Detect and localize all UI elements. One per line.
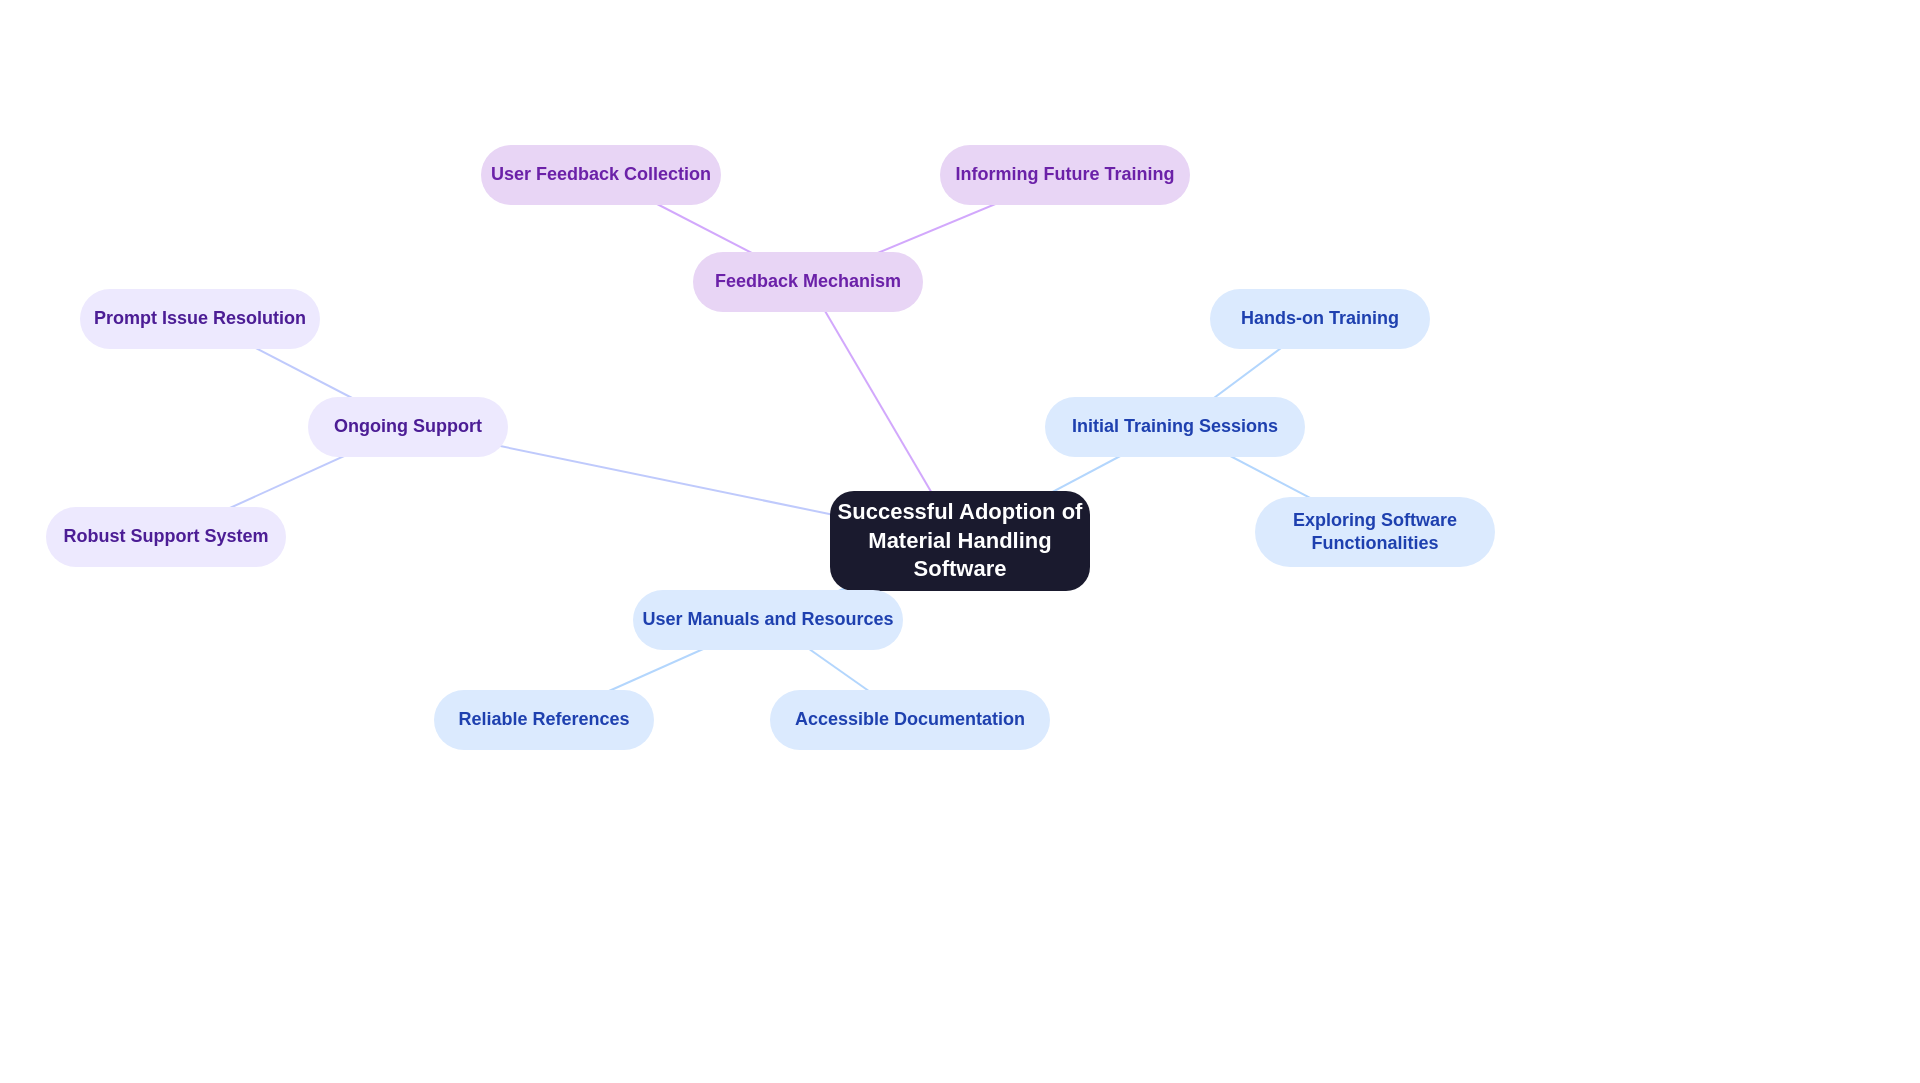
robust-support-node[interactable]: Robust Support System [46, 507, 286, 567]
informing-future-node[interactable]: Informing Future Training [940, 145, 1190, 205]
exploring-software-node[interactable]: Exploring Software Functionalities [1255, 497, 1495, 567]
prompt-issue-node[interactable]: Prompt Issue Resolution [80, 289, 320, 349]
user-manuals-node[interactable]: User Manuals and Resources [633, 590, 903, 650]
user-manuals-label: User Manuals and Resources [642, 608, 893, 631]
accessible-docs-node[interactable]: Accessible Documentation [770, 690, 1050, 750]
hands-on-label: Hands-on Training [1241, 307, 1399, 330]
center-node[interactable]: Successful Adoption of Material Handling… [830, 491, 1090, 591]
feedback-mechanism-label: Feedback Mechanism [715, 270, 901, 293]
user-feedback-node[interactable]: User Feedback Collection [481, 145, 721, 205]
reliable-refs-node[interactable]: Reliable References [434, 690, 654, 750]
user-feedback-label: User Feedback Collection [491, 163, 711, 186]
robust-support-label: Robust Support System [63, 525, 268, 548]
initial-training-node[interactable]: Initial Training Sessions [1045, 397, 1305, 457]
center-label: Successful Adoption of Material Handling… [830, 498, 1090, 584]
initial-training-label: Initial Training Sessions [1072, 415, 1278, 438]
feedback-mechanism-node[interactable]: Feedback Mechanism [693, 252, 923, 312]
ongoing-support-node[interactable]: Ongoing Support [308, 397, 508, 457]
exploring-software-label: Exploring Software Functionalities [1255, 509, 1495, 556]
ongoing-support-label: Ongoing Support [334, 415, 482, 438]
hands-on-node[interactable]: Hands-on Training [1210, 289, 1430, 349]
informing-future-label: Informing Future Training [956, 163, 1175, 186]
prompt-issue-label: Prompt Issue Resolution [94, 307, 306, 330]
accessible-docs-label: Accessible Documentation [795, 708, 1025, 731]
reliable-refs-label: Reliable References [458, 708, 629, 731]
